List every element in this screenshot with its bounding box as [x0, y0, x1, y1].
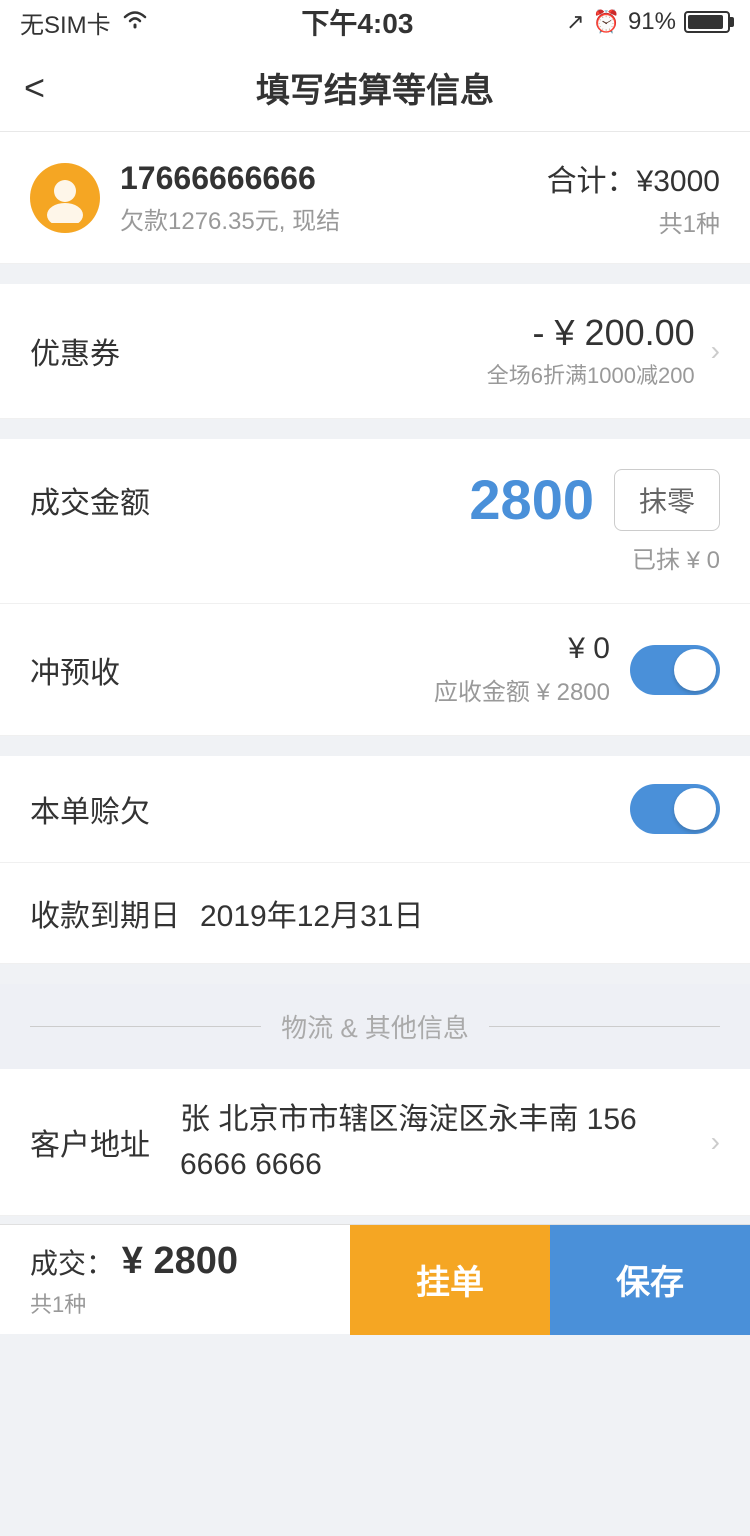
deal-amount-section: 成交金额 2800 抹零 已抹 ¥ 0 — [0, 439, 750, 604]
deal-label: 成交金额 — [30, 478, 150, 522]
pending-button[interactable]: 挂单 — [350, 1225, 550, 1335]
coupon-label: 优惠券 — [30, 329, 120, 373]
section-gap-3 — [0, 736, 750, 756]
section-gap-2 — [0, 419, 750, 439]
bottom-summary: 成交： ¥ 2800 共1种 — [0, 1240, 350, 1319]
customer-note: 欠款1276.35元, 现结 — [120, 201, 340, 236]
customer-phone: 17666666666 — [120, 160, 340, 197]
save-button[interactable]: 保存 — [550, 1225, 750, 1335]
bottom-deal-text: 成交： — [30, 1248, 114, 1279]
address-value: 张 北京市市辖区海淀区永丰南 156 6666 6666 — [180, 1097, 711, 1187]
customer-info: 17666666666 欠款1276.35元, 现结 — [120, 160, 340, 236]
prereceive-info: ¥ 0 应收金额 ¥ 2800 — [434, 632, 610, 707]
deal-row: 成交金额 2800 抹零 — [30, 467, 720, 532]
customer-summary: 合计：¥3000 共1种 — [547, 156, 720, 239]
prereceive-row: 冲预收 ¥ 0 应收金额 ¥ 2800 — [30, 632, 720, 707]
customer-left: 17666666666 欠款1276.35元, 现结 — [30, 160, 340, 236]
divider-line-right — [489, 1026, 720, 1027]
address-chevron-icon: › — [711, 1126, 720, 1158]
back-button[interactable]: < — [24, 67, 45, 109]
deal-amount-number: 2800 — [469, 467, 594, 532]
section-gap-1 — [0, 264, 750, 284]
coupon-detail: 全场6折满1000减200 — [487, 358, 695, 390]
deal-sub: 已抹 ¥ 0 — [30, 540, 720, 575]
divider-line-left — [30, 1026, 261, 1027]
debt-label: 本单赊欠 — [30, 787, 150, 831]
logistics-divider: 物流 & 其他信息 — [0, 984, 750, 1069]
prereceive-right: ¥ 0 应收金额 ¥ 2800 — [434, 632, 720, 707]
address-label: 客户地址 — [30, 1120, 150, 1164]
wifi-icon — [121, 8, 149, 36]
prereceive-amount: ¥ 0 — [434, 632, 610, 666]
prereceive-label: 冲预收 — [30, 648, 120, 692]
customer-card: 17666666666 欠款1276.35元, 现结 合计：¥3000 共1种 — [0, 132, 750, 264]
location-icon: ↗ — [566, 9, 584, 35]
debt-section: 本单赊欠 — [0, 756, 750, 863]
due-date-row: 收款到期日 2019年12月31日 — [30, 891, 720, 935]
status-left: 无SIM卡 — [20, 5, 149, 40]
due-date-value: 2019年12月31日 — [200, 891, 423, 935]
total-amount: 合计：¥3000 — [547, 156, 720, 200]
page-title: 填写结算等信息 — [256, 63, 494, 112]
bottom-count: 共1种 — [30, 1287, 320, 1319]
debt-toggle-knob — [674, 788, 716, 830]
coupon-info: - ¥ 200.00 全场6折满1000减200 — [487, 312, 695, 390]
section-gap-4 — [0, 964, 750, 984]
total-count: 共1种 — [547, 204, 720, 239]
due-date-label: 收款到期日 — [30, 891, 180, 935]
coupon-amount: - ¥ 200.00 — [487, 312, 695, 354]
logistics-label: 物流 & 其他信息 — [281, 1008, 469, 1045]
toggle-knob — [674, 649, 716, 691]
address-section[interactable]: 客户地址 张 北京市市辖区海淀区永丰南 156 6666 6666 › — [0, 1069, 750, 1216]
nav-bar: < 填写结算等信息 — [0, 44, 750, 132]
chevron-right-icon: › — [711, 335, 720, 367]
battery-icon — [684, 11, 730, 33]
prereceive-section: 冲预收 ¥ 0 应收金额 ¥ 2800 — [0, 604, 750, 736]
bottom-deal-label: 成交： ¥ 2800 — [30, 1240, 320, 1283]
prereceive-toggle[interactable] — [630, 645, 720, 695]
avatar — [30, 163, 100, 233]
status-bar: 无SIM卡 下午4:03 ↗ ⏰ 91% — [0, 0, 750, 44]
due-date-section: 收款到期日 2019年12月31日 — [0, 863, 750, 964]
bottom-deal-amount: ¥ 2800 — [122, 1240, 238, 1282]
bottom-bar: 成交： ¥ 2800 共1种 挂单 保存 — [0, 1224, 750, 1334]
prereceive-note: 应收金额 ¥ 2800 — [434, 672, 610, 707]
coupon-right: - ¥ 200.00 全场6折满1000减200 › — [487, 312, 720, 390]
coupon-row[interactable]: 优惠券 - ¥ 200.00 全场6折满1000减200 › — [0, 284, 750, 419]
status-right: ↗ ⏰ 91% — [566, 8, 730, 36]
alarm-icon: ⏰ — [593, 9, 620, 35]
status-time: 下午4:03 — [301, 2, 413, 42]
debt-toggle[interactable] — [630, 784, 720, 834]
round-zero-button[interactable]: 抹零 — [614, 469, 720, 531]
deal-right: 2800 抹零 — [469, 467, 720, 532]
battery-percent: 91% — [628, 8, 676, 36]
carrier-text: 无SIM卡 — [20, 5, 111, 40]
